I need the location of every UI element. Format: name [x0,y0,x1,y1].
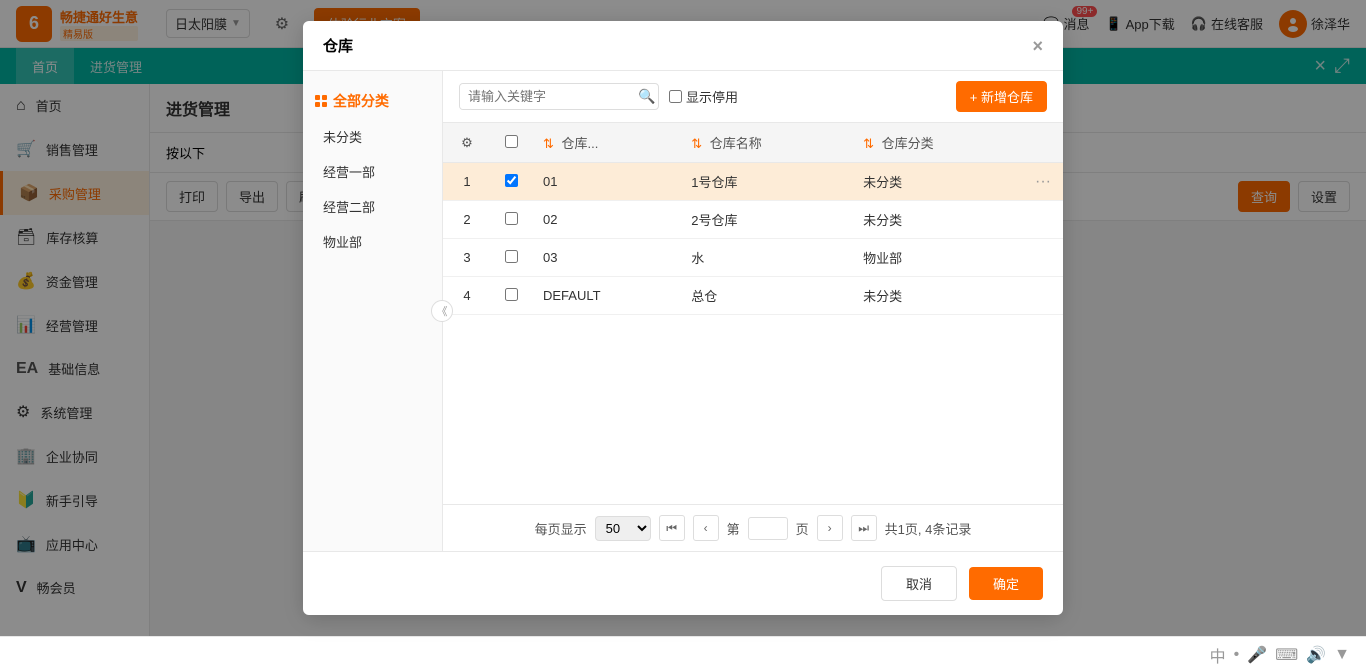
table-header-row: ⚙ ⇅ 仓库... ⇅ [443,123,1063,163]
row-num: 1 [443,163,491,201]
col-id: ⇅ 仓库... [531,123,679,163]
row-checkbox-cell [491,239,531,277]
category-property[interactable]: 物业部 [303,224,442,259]
row-num: 3 [443,239,491,277]
page-size-select[interactable]: 50 10 20 100 [595,516,651,541]
speaker-icon[interactable]: ▼ [1334,646,1350,664]
add-warehouse-button[interactable]: + 新增仓库 [956,81,1047,112]
bottom-bar: 中 • 🎤 ⌨ 🔊 ▼ [0,636,1366,672]
bottom-right: 中 • 🎤 ⌨ 🔊 ▼ [1210,643,1350,667]
table-row[interactable]: 3 03 水 物业部 [443,239,1063,277]
col-checkbox [491,123,531,163]
modal-close-button[interactable]: × [1032,37,1043,55]
dot-icon: • [1234,646,1240,664]
modal-action-footer: 取消 确定 [303,551,1063,615]
row-checkbox[interactable] [505,212,518,225]
warehouse-modal: 仓库 × 全部分类 未分类 经营一部 经营二部 物业部 [303,21,1063,615]
category-unclassified[interactable]: 未分类 [303,119,442,154]
row-name: 1号仓库 [679,163,851,201]
row-category: 物业部 [851,239,1023,277]
modal-toolbar: 🔍 显示停用 + 新增仓库 [443,71,1063,123]
pagination: 每页显示 50 10 20 100 ⏮ ‹ 第 1 页 › ⏭ 共1页, 4条记… [443,504,1063,551]
sort-icon: ⇅ [543,136,554,151]
modal-header: 仓库 × [303,21,1063,71]
search-icon: 🔍 [630,88,659,105]
more-icon[interactable]: ··· [1035,173,1051,190]
all-categories-button[interactable]: 全部分类 [303,83,442,119]
sort-icon-2: ⇅ [691,136,702,151]
row-id: 01 [531,163,679,201]
row-category: 未分类 [851,163,1023,201]
row-num: 2 [443,201,491,239]
modal-overlay: 仓库 × 全部分类 未分类 经营一部 经营二部 物业部 [0,0,1366,636]
volume-icon[interactable]: 🔊 [1306,645,1326,665]
row-checkbox-cell [491,163,531,201]
grid-icon [315,95,327,107]
col-gear: ⚙ [443,123,491,163]
row-checkbox-cell [491,201,531,239]
row-category: 未分类 [851,201,1023,239]
keyboard-icon[interactable]: ⌨ [1275,645,1298,665]
warehouse-table: ⚙ ⇅ 仓库... ⇅ [443,123,1063,504]
row-name: 总仓 [679,277,851,315]
modal-body: 全部分类 未分类 经营一部 经营二部 物业部 《 🔍 [303,71,1063,551]
table-row[interactable]: 4 DEFAULT 总仓 未分类 [443,277,1063,315]
col-actions [1023,123,1063,163]
row-more: ··· [1023,163,1063,201]
row-name: 2号仓库 [679,201,851,239]
row-checkbox-cell [491,277,531,315]
modal-main: 🔍 显示停用 + 新增仓库 ⚙ [443,71,1063,551]
first-page-button[interactable]: ⏮ [659,515,685,541]
row-checkbox[interactable] [505,288,518,301]
show-disabled-checkbox-label: 显示停用 [669,87,738,106]
last-page-button[interactable]: ⏭ [851,515,877,541]
cancel-button[interactable]: 取消 [881,566,957,601]
modal-title: 仓库 [323,35,353,56]
col-category: ⇅ 仓库分类 [851,123,1023,163]
sort-icon-3: ⇅ [863,136,874,151]
row-more [1023,277,1063,315]
collapse-sidebar-button[interactable]: 《 [431,300,453,322]
row-checkbox[interactable] [505,250,518,263]
row-more [1023,201,1063,239]
row-id: DEFAULT [531,277,679,315]
search-box: 🔍 [459,83,659,110]
row-more [1023,239,1063,277]
row-checkbox[interactable] [505,174,518,187]
prev-page-button[interactable]: ‹ [693,515,719,541]
search-input[interactable] [460,84,630,109]
category-ops2[interactable]: 经营二部 [303,189,442,224]
table-row[interactable]: 1 01 1号仓库 未分类 ··· [443,163,1063,201]
row-name: 水 [679,239,851,277]
chinese-input-icon[interactable]: 中 [1210,643,1226,667]
table-row[interactable]: 2 02 2号仓库 未分类 [443,201,1063,239]
page-number-input[interactable]: 1 [748,517,788,540]
show-disabled-checkbox[interactable] [669,90,682,103]
row-id: 03 [531,239,679,277]
category-ops1[interactable]: 经营一部 [303,154,442,189]
col-name: ⇅ 仓库名称 [679,123,851,163]
select-all-checkbox[interactable] [505,135,518,148]
confirm-button[interactable]: 确定 [969,567,1043,600]
next-page-button[interactable]: › [817,515,843,541]
modal-category-sidebar: 全部分类 未分类 经营一部 经营二部 物业部 《 [303,71,443,551]
row-id: 02 [531,201,679,239]
row-category: 未分类 [851,277,1023,315]
mic-icon[interactable]: 🎤 [1247,645,1267,665]
